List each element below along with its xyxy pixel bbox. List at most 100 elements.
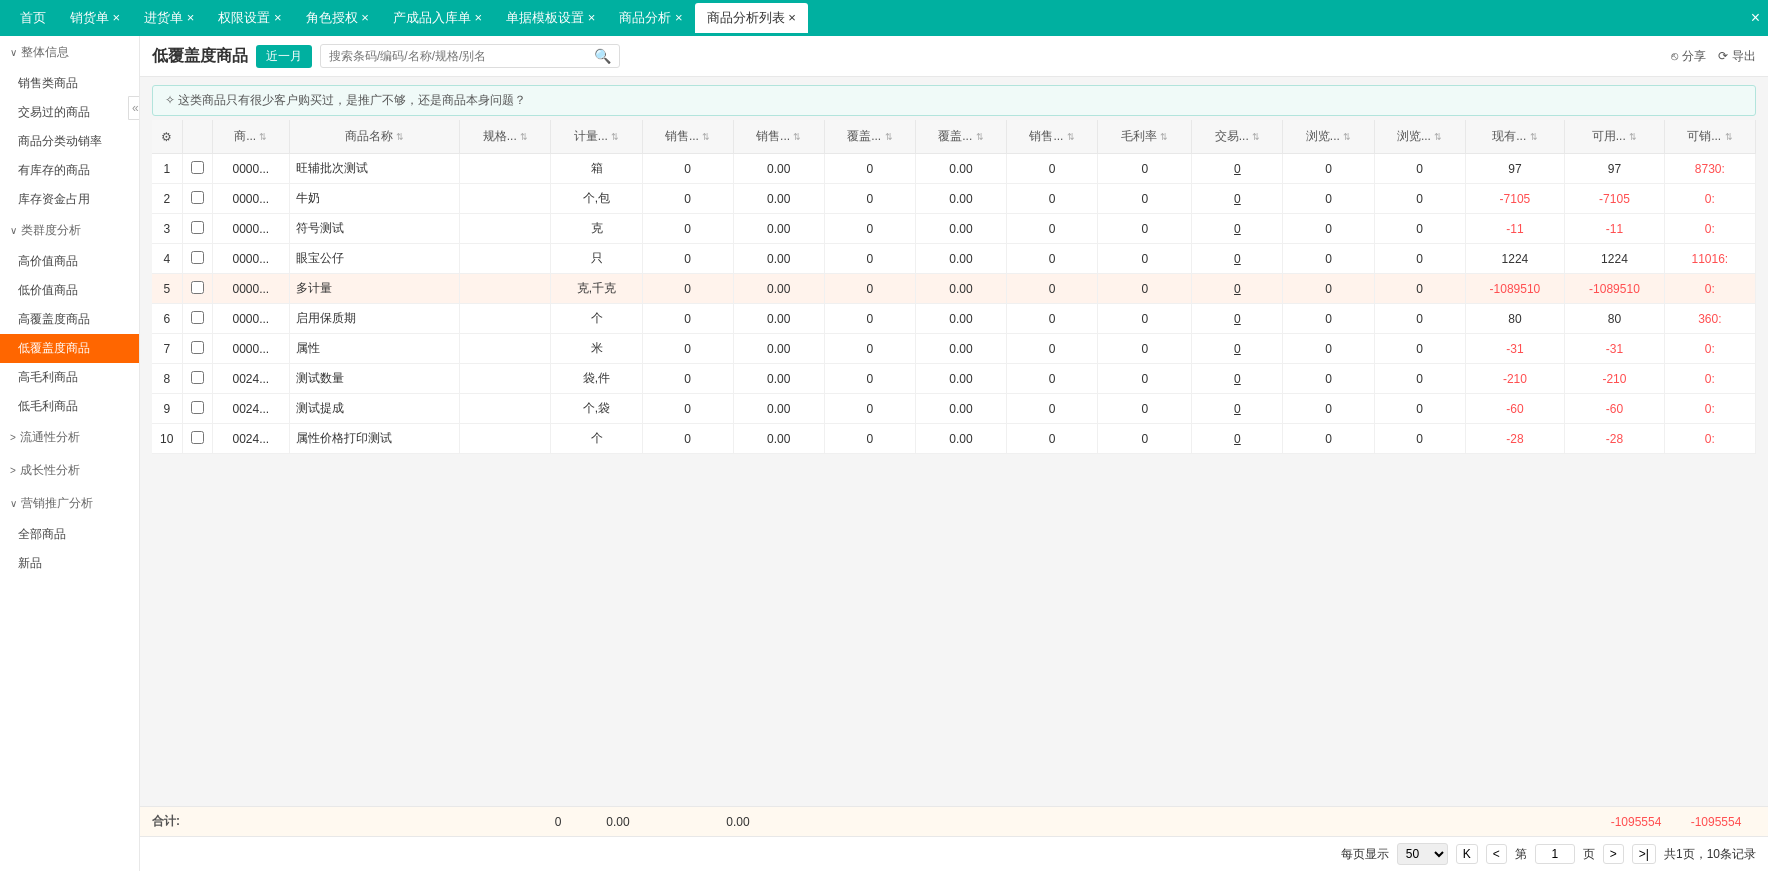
cell-spec <box>460 184 551 214</box>
sidebar-item-low-value[interactable]: 低价值商品 <box>0 276 139 305</box>
sidebar-item-low-margin[interactable]: 低毛利商品 <box>0 392 139 421</box>
last-page-button[interactable]: >| <box>1632 844 1656 864</box>
sidebar-section-cluster[interactable]: ∨ 类群度分析 <box>0 214 139 247</box>
cell-current: -210 <box>1465 364 1565 394</box>
cell-sellable: 0: <box>1664 184 1755 214</box>
cell-checkbox[interactable] <box>182 154 212 184</box>
chevron-down-icon-3: ∨ <box>10 498 17 509</box>
col-sales2[interactable]: 销售... ⇅ <box>733 120 824 154</box>
tab-sales[interactable]: 销货单 × <box>58 3 132 33</box>
cell-sellable: 0: <box>1664 334 1755 364</box>
cell-cover1: 0 <box>824 274 915 304</box>
cell-checkbox[interactable] <box>182 184 212 214</box>
col-spec[interactable]: 规格... ⇅ <box>460 120 551 154</box>
sidebar-item-category-rate[interactable]: 商品分类动销率 <box>0 127 139 156</box>
sidebar-item-high-coverage[interactable]: 高覆盖度商品 <box>0 305 139 334</box>
sidebar-section-growth[interactable]: > 成长性分析 <box>0 454 139 487</box>
cell-current: -60 <box>1465 394 1565 424</box>
cell-margin: 0 <box>1098 244 1192 274</box>
cell-code: 0000... <box>212 304 290 334</box>
cell-sales1: 0 <box>642 214 733 244</box>
col-sales1[interactable]: 销售... ⇅ <box>642 120 733 154</box>
cell-cover1: 0 <box>824 184 915 214</box>
share-button[interactable]: ⎋ 分享 <box>1671 48 1706 65</box>
col-unit[interactable]: 计量... ⇅ <box>551 120 642 154</box>
sidebar-item-inventory-goods[interactable]: 有库存的商品 <box>0 156 139 185</box>
search-icon[interactable]: 🔍 <box>594 48 611 64</box>
cell-checkbox[interactable] <box>182 424 212 454</box>
page-number-input[interactable] <box>1535 844 1575 864</box>
sidebar-item-new-goods[interactable]: 新品 <box>0 549 139 578</box>
sidebar-item-high-value[interactable]: 高价值商品 <box>0 247 139 276</box>
cell-sales3: 0 <box>1007 334 1098 364</box>
col-code[interactable]: 商... ⇅ <box>212 120 290 154</box>
table-container[interactable]: ⚙ 商... ⇅ 商品名称 ⇅ 规格... ⇅ 计量... ⇅ 销售... ⇅ … <box>152 120 1756 806</box>
tab-home[interactable]: 首页 <box>8 3 58 33</box>
sidebar-section-overview[interactable]: ∨ 整体信息 <box>0 36 139 69</box>
cell-browse2: 0 <box>1374 154 1465 184</box>
cell-sales1: 0 <box>642 364 733 394</box>
cell-checkbox[interactable] <box>182 394 212 424</box>
tab-product[interactable]: 产成品入库单 × <box>381 3 494 33</box>
col-name[interactable]: 商品名称 ⇅ <box>290 120 460 154</box>
first-page-button[interactable]: K <box>1456 844 1478 864</box>
period-button[interactable]: 近一月 <box>256 45 312 68</box>
cell-num: 3 <box>152 214 182 244</box>
col-trade[interactable]: 交易... ⇅ <box>1192 120 1283 154</box>
cell-cover2: 0.00 <box>915 154 1006 184</box>
prev-page-button[interactable]: < <box>1486 844 1507 864</box>
main-layout: « ∨ 整体信息 销售类商品 交易过的商品 商品分类动销率 有库存的商品 库存资… <box>0 36 1768 871</box>
cell-name: 眼宝公仔 <box>290 244 460 274</box>
sidebar-item-capital[interactable]: 库存资金占用 <box>0 185 139 214</box>
cell-sales2: 0.00 <box>733 394 824 424</box>
sidebar-item-low-coverage[interactable]: 低覆盖度商品 <box>0 334 139 363</box>
col-cover1[interactable]: 覆盖... ⇅ <box>824 120 915 154</box>
sidebar-section-marketing[interactable]: ∨ 营销推广分析 <box>0 487 139 520</box>
sidebar-item-all-goods[interactable]: 全部商品 <box>0 520 139 549</box>
cell-spec <box>460 244 551 274</box>
tab-permissions[interactable]: 权限设置 × <box>206 3 293 33</box>
close-window-button[interactable]: × <box>1751 9 1760 27</box>
cell-cover1: 0 <box>824 394 915 424</box>
sidebar-item-sales-goods[interactable]: 销售类商品 <box>0 69 139 98</box>
col-settings[interactable]: ⚙ <box>152 120 182 154</box>
col-browse2[interactable]: 浏览... ⇅ <box>1374 120 1465 154</box>
search-input[interactable] <box>329 49 594 63</box>
tab-template[interactable]: 单据模板设置 × <box>494 3 607 33</box>
col-sellable[interactable]: 可销... ⇅ <box>1664 120 1755 154</box>
tab-purchase[interactable]: 进货单 × <box>132 3 206 33</box>
col-sales3[interactable]: 销售... ⇅ <box>1007 120 1098 154</box>
export-button[interactable]: ⟳ 导出 <box>1718 48 1756 65</box>
cell-checkbox[interactable] <box>182 334 212 364</box>
cell-checkbox[interactable] <box>182 214 212 244</box>
tab-role[interactable]: 角色授权 × <box>294 3 381 33</box>
col-margin[interactable]: 毛利率 ⇅ <box>1098 120 1192 154</box>
cell-checkbox[interactable] <box>182 304 212 334</box>
sidebar-section-liquidity[interactable]: > 流通性分析 <box>0 421 139 454</box>
cell-available: -210 <box>1565 364 1665 394</box>
col-cover2[interactable]: 覆盖... ⇅ <box>915 120 1006 154</box>
col-browse1[interactable]: 浏览... ⇅ <box>1283 120 1374 154</box>
col-current[interactable]: 现有... ⇅ <box>1465 120 1565 154</box>
content-area: 低覆盖度商品 近一月 🔍 ⎋ 分享 ⟳ 导出 ✧ 这类商品只有很少客户购买过，是… <box>140 36 1768 871</box>
cell-cover2: 0.00 <box>915 214 1006 244</box>
cell-sales1: 0 <box>642 274 733 304</box>
next-page-button[interactable]: > <box>1603 844 1624 864</box>
cell-margin: 0 <box>1098 214 1192 244</box>
tab-analysis[interactable]: 商品分析 × <box>607 3 694 33</box>
cell-name: 属性价格打印测试 <box>290 424 460 454</box>
cell-checkbox[interactable] <box>182 364 212 394</box>
settings-icon[interactable]: ⚙ <box>161 130 172 144</box>
per-page-select[interactable]: 50 100 200 <box>1397 843 1448 865</box>
cell-current: -7105 <box>1465 184 1565 214</box>
cell-cover1: 0 <box>824 244 915 274</box>
sidebar-item-traded-goods[interactable]: 交易过的商品 <box>0 98 139 127</box>
col-available[interactable]: 可用... ⇅ <box>1565 120 1665 154</box>
cell-sellable: 8730: <box>1664 154 1755 184</box>
sidebar-item-high-margin[interactable]: 高毛利商品 <box>0 363 139 392</box>
cell-checkbox[interactable] <box>182 274 212 304</box>
tab-analysis-list[interactable]: 商品分析列表 × <box>695 3 808 33</box>
cell-sales3: 0 <box>1007 394 1098 424</box>
cell-checkbox[interactable] <box>182 244 212 274</box>
sidebar-collapse-button[interactable]: « <box>128 96 140 120</box>
